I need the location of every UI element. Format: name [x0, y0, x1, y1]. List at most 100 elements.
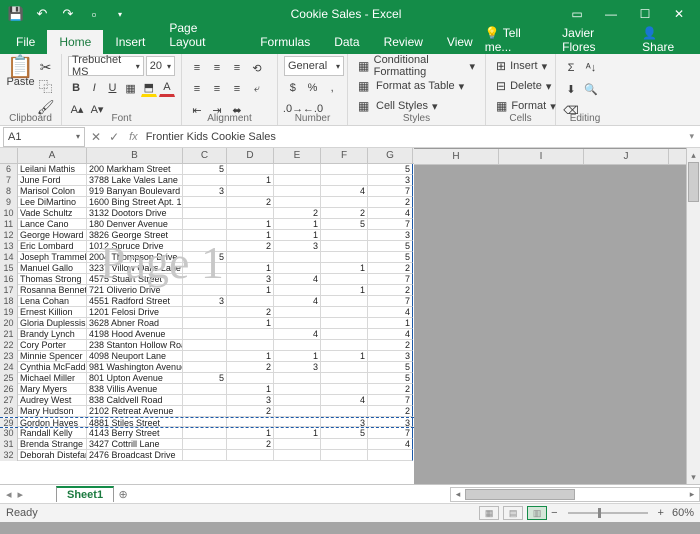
- cell[interactable]: 721 Oliverio Drive: [87, 285, 183, 296]
- cell[interactable]: [274, 285, 321, 296]
- cell[interactable]: 4143 Berry Street: [87, 428, 183, 439]
- table-row[interactable]: 24Cynthia McFadden981 Washington Avenue2…: [0, 362, 414, 373]
- cell[interactable]: [183, 263, 227, 274]
- cell[interactable]: 1: [274, 428, 321, 439]
- cell[interactable]: 4: [368, 329, 413, 340]
- tab-review[interactable]: Review: [372, 30, 435, 54]
- cell[interactable]: 2: [321, 208, 368, 219]
- cell[interactable]: 3: [183, 296, 227, 307]
- cell[interactable]: [321, 439, 368, 450]
- cell[interactable]: 4881 Stiles Street: [87, 418, 183, 427]
- table-row[interactable]: 12George Howard3826 George Street113: [0, 230, 414, 241]
- cell[interactable]: 2: [274, 208, 321, 219]
- cell[interactable]: 5: [368, 252, 413, 263]
- table-row[interactable]: 7June Ford3788 Lake Vales Lane13: [0, 175, 414, 186]
- cell[interactable]: 4098 Neuport Lane: [87, 351, 183, 362]
- cell[interactable]: 1: [227, 318, 274, 329]
- row-header[interactable]: 14: [0, 252, 18, 263]
- cell[interactable]: [321, 384, 368, 395]
- cell[interactable]: [227, 252, 274, 263]
- cell[interactable]: 5: [183, 373, 227, 384]
- cell[interactable]: Eric Lombard: [18, 241, 87, 252]
- cell[interactable]: [274, 340, 321, 351]
- conditional-formatting-button[interactable]: ▦Conditional Formatting ▾: [354, 56, 479, 76]
- fill-icon[interactable]: ⬇: [562, 80, 580, 98]
- cell[interactable]: [321, 362, 368, 373]
- scroll-up-icon[interactable]: ▴: [687, 148, 700, 162]
- cell[interactable]: 3826 George Street: [87, 230, 183, 241]
- cell[interactable]: [183, 450, 227, 461]
- add-sheet-button[interactable]: ⊕: [114, 488, 132, 501]
- table-row[interactable]: 15Manuel Gallo3237 Villow Oaks Lane112: [0, 263, 414, 274]
- row-header[interactable]: 26: [0, 384, 18, 395]
- user-name[interactable]: Javier Flores: [562, 26, 630, 54]
- cell[interactable]: 4: [274, 274, 321, 285]
- find-select-icon[interactable]: 🔍: [582, 80, 600, 98]
- redo-icon[interactable]: ↷: [56, 2, 80, 26]
- cell[interactable]: 4: [321, 395, 368, 406]
- expand-formula-icon[interactable]: ▾: [683, 131, 700, 142]
- cell[interactable]: 2: [227, 241, 274, 252]
- tab-formulas[interactable]: Formulas: [248, 30, 322, 54]
- font-select[interactable]: Trebuchet MS▾: [68, 56, 144, 76]
- cell[interactable]: [274, 263, 321, 274]
- cell[interactable]: [183, 318, 227, 329]
- column-header[interactable]: A: [18, 148, 87, 163]
- zoom-level[interactable]: 60%: [672, 507, 694, 519]
- cell[interactable]: 2004 Thompson Drive: [87, 252, 183, 263]
- cell[interactable]: 838 Villis Avenue: [87, 384, 183, 395]
- sheet-tab[interactable]: Sheet1: [56, 486, 114, 502]
- scroll-down-icon[interactable]: ▾: [687, 470, 700, 484]
- cell[interactable]: [321, 373, 368, 384]
- cell[interactable]: [274, 373, 321, 384]
- row-header[interactable]: 10: [0, 208, 18, 219]
- row-header[interactable]: 19: [0, 307, 18, 318]
- column-header[interactable]: D: [227, 148, 274, 163]
- cell[interactable]: 1: [274, 230, 321, 241]
- table-row[interactable]: 25Michael Miller801 Upton Avenue55: [0, 373, 414, 384]
- share-button[interactable]: 👤 Share: [642, 26, 692, 54]
- cell[interactable]: [183, 274, 227, 285]
- fill-color-button[interactable]: ⬒: [141, 79, 157, 97]
- cell[interactable]: 4: [368, 439, 413, 450]
- column-header[interactable]: F: [321, 148, 368, 163]
- row-header[interactable]: 9: [0, 197, 18, 208]
- cell[interactable]: [321, 164, 368, 175]
- cell[interactable]: 5: [183, 252, 227, 263]
- cell[interactable]: 1: [227, 230, 274, 241]
- italic-button[interactable]: I: [86, 79, 102, 97]
- cell[interactable]: [183, 418, 227, 427]
- cell[interactable]: 4: [321, 186, 368, 197]
- formula-input[interactable]: Frontier Kids Cookie Sales: [142, 131, 684, 143]
- cell[interactable]: 7: [368, 428, 413, 439]
- cell[interactable]: Joseph Trammell: [18, 252, 87, 263]
- cell[interactable]: [321, 230, 368, 241]
- underline-button[interactable]: U: [104, 79, 120, 97]
- table-row[interactable]: 31Brenda Strange3427 Cottrill Lane24: [0, 439, 414, 450]
- comma-icon[interactable]: ,: [323, 79, 341, 97]
- cell[interactable]: [183, 340, 227, 351]
- cell[interactable]: 3: [274, 241, 321, 252]
- row-header[interactable]: 31: [0, 439, 18, 450]
- enter-formula-icon[interactable]: ✓: [109, 130, 119, 144]
- font-color-button[interactable]: A: [159, 79, 175, 97]
- cell[interactable]: George Howard: [18, 230, 87, 241]
- cell[interactable]: 238 Stanton Hollow Road: [87, 340, 183, 351]
- save-icon[interactable]: 💾: [4, 2, 28, 26]
- zoom-slider[interactable]: [568, 512, 648, 514]
- table-row[interactable]: 28Mary Hudson2102 Retreat Avenue22: [0, 406, 414, 417]
- cell[interactable]: 3: [368, 351, 413, 362]
- cell[interactable]: 3628 Abner Road: [87, 318, 183, 329]
- row-header[interactable]: 18: [0, 296, 18, 307]
- number-format-select[interactable]: General▾: [284, 56, 344, 76]
- cell[interactable]: 4: [368, 307, 413, 318]
- cell[interactable]: 1: [321, 285, 368, 296]
- cell[interactable]: 1600 Bing Street Apt. 1: [87, 197, 183, 208]
- cell[interactable]: 3132 Dootors Drive: [87, 208, 183, 219]
- cut-icon[interactable]: ✂: [37, 58, 55, 76]
- table-row[interactable]: 20Gloria Duplessis3628 Abner Road11: [0, 318, 414, 329]
- qat-customize-icon[interactable]: ▾: [108, 2, 132, 26]
- row-header[interactable]: 24: [0, 362, 18, 373]
- tab-home[interactable]: Home: [47, 30, 103, 54]
- table-row[interactable]: 8Marisol Colon919 Banyan Boulevard347: [0, 186, 414, 197]
